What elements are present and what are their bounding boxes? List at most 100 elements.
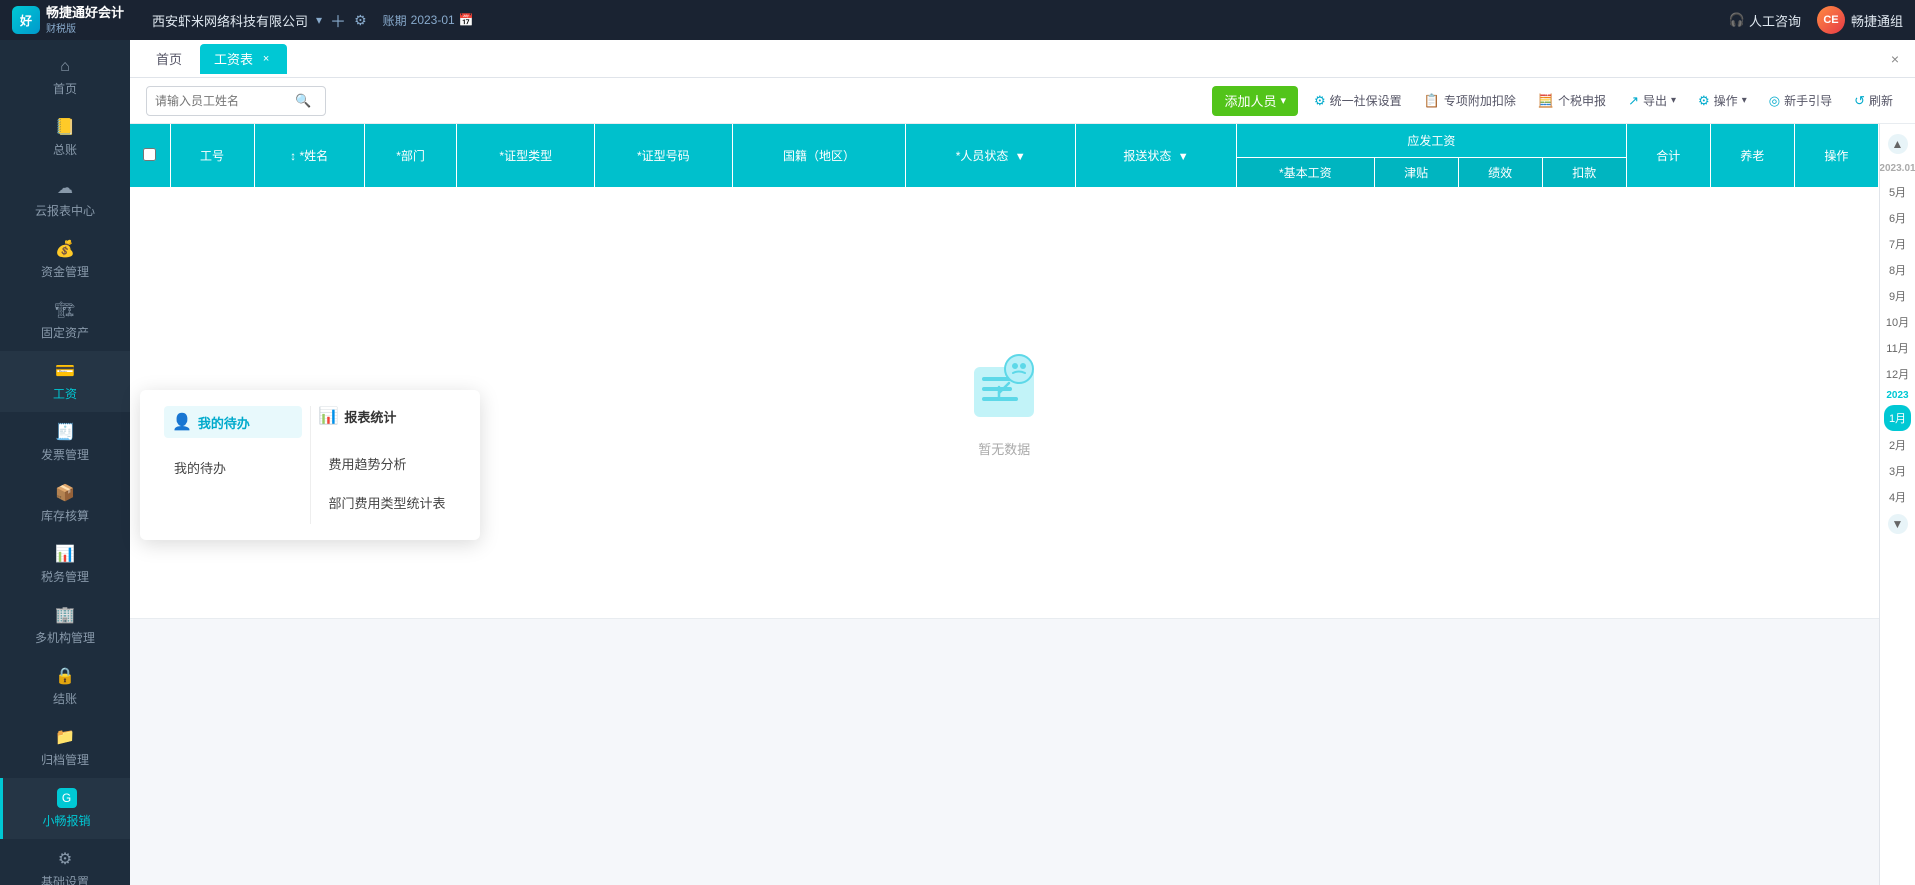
timeline-month-12[interactable]: 12月 xyxy=(1880,361,1915,387)
sidebar-item-archive[interactable]: 📁 归档管理 xyxy=(0,717,130,778)
close-accounts-icon: 🔒 xyxy=(55,666,75,686)
tab-close-all-button[interactable]: × xyxy=(1887,47,1903,71)
sidebar-item-ledger[interactable]: 📒 总账 xyxy=(0,107,130,168)
calendar-icon[interactable]: 📅 xyxy=(459,13,474,27)
popup-menu: 👤 我的待办 我的待办 📊 报表统计 费用趋势分析 部门费用类型统计表 xyxy=(140,390,480,540)
col-checkbox-header xyxy=(130,124,170,187)
pending-heading-icon: 👤 xyxy=(172,412,192,432)
add-person-button[interactable]: 添加人员 ▾ xyxy=(1212,86,1298,116)
col-operate-col-header: 操作 xyxy=(1794,124,1878,187)
col-nationality-header: 国籍（地区） xyxy=(732,124,906,187)
timeline-month-9[interactable]: 9月 xyxy=(1880,283,1915,309)
add-company-button[interactable]: ＋ xyxy=(330,8,346,32)
inventory-icon: 📦 xyxy=(55,483,75,503)
timeline-month-6[interactable]: 6月 xyxy=(1880,205,1915,231)
cloud-icon: ☁ xyxy=(57,178,73,198)
company-dropdown-icon[interactable]: ▾ xyxy=(316,13,322,27)
timeline-month-3[interactable]: 3月 xyxy=(1880,458,1915,484)
basic-settings-icon: ⚙ xyxy=(58,849,72,869)
sidebar-item-multiorg[interactable]: 🏢 多机构管理 xyxy=(0,595,130,656)
user-menu[interactable]: CE 畅捷通组 xyxy=(1817,6,1903,34)
col-deduct-header: 扣款 xyxy=(1542,158,1626,188)
export-dropdown-icon: ▾ xyxy=(1671,95,1676,106)
customer-service-button[interactable]: 🎧 人工咨询 xyxy=(1729,11,1801,30)
period-label: 账期 2023-01 📅 xyxy=(383,12,474,29)
col-bonus-header: 津贴 xyxy=(1374,158,1458,188)
tax-icon: 📊 xyxy=(55,544,75,564)
popup-heading-reports[interactable]: 📊 报表统计 xyxy=(319,406,457,434)
timeline-nav-down[interactable]: ▼ xyxy=(1888,514,1908,534)
tab-salary-table[interactable]: 工资表 × xyxy=(200,44,287,74)
timeline-year-2023: 2023 xyxy=(1880,387,1915,404)
col-idno-header: *证型号码 xyxy=(595,124,733,187)
empty-state-icon xyxy=(964,347,1044,427)
refresh-icon: ↺ xyxy=(1854,93,1865,109)
sidebar-item-home[interactable]: ⌂ 首页 xyxy=(0,48,130,107)
timeline-month-10[interactable]: 10月 xyxy=(1880,309,1915,335)
guide-button[interactable]: ◎ 新手引导 xyxy=(1763,88,1838,113)
sidebar-item-invoice[interactable]: 🧾 发票管理 xyxy=(0,412,130,473)
timeline-month-8[interactable]: 8月 xyxy=(1880,257,1915,283)
social-insurance-button[interactable]: ⚙ 统一社保设置 xyxy=(1308,88,1408,113)
sidebar-item-tax[interactable]: 📊 税务管理 xyxy=(0,534,130,595)
sidebar-item-xiaochang[interactable]: G 小畅报销 xyxy=(0,778,130,839)
refresh-button[interactable]: ↺ 刷新 xyxy=(1848,88,1899,113)
ledger-icon: 📒 xyxy=(55,117,75,137)
timeline-nav-up[interactable]: ▲ xyxy=(1888,134,1908,154)
timeline-month-4[interactable]: 4月 xyxy=(1880,484,1915,510)
popup-item-dept-expense[interactable]: 部门费用类型统计表 xyxy=(319,485,457,520)
col-report-status-header: 报送状态 ▼ xyxy=(1076,124,1237,187)
sidebar-item-close[interactable]: 🔒 结账 xyxy=(0,656,130,717)
timeline-month-2[interactable]: 2月 xyxy=(1880,432,1915,458)
tab-home[interactable]: 首页 xyxy=(142,44,196,74)
tab-bar: 首页 工资表 × × xyxy=(130,40,1915,78)
toolbar-right: 添加人员 ▾ ⚙ 统一社保设置 📋 专项附加扣除 🧮 个税申报 ↗ 导出 xyxy=(1212,86,1899,116)
search-input[interactable] xyxy=(155,94,295,108)
select-all-checkbox[interactable] xyxy=(143,148,156,161)
top-header: 好 畅捷通好会计 财税版 西安虾米网络科技有限公司 ▾ ＋ ⚙ 账期 2023-… xyxy=(0,0,1915,40)
col-salary-group-header: 应发工资 xyxy=(1237,124,1627,158)
sidebar-item-fund[interactable]: 💰 资金管理 xyxy=(0,229,130,290)
special-deduct-button[interactable]: 📋 专项附加扣除 xyxy=(1418,88,1522,113)
timeline-month-1[interactable]: 1月 xyxy=(1884,405,1911,431)
sidebar-item-asset[interactable]: 🏗 固定资产 xyxy=(0,290,130,351)
sidebar-item-inventory[interactable]: 📦 库存核算 xyxy=(0,473,130,534)
timeline-month-5[interactable]: 5月 xyxy=(1880,179,1915,205)
col-total-header: 合计 xyxy=(1626,124,1710,187)
logo-icon: 好 xyxy=(12,6,40,34)
col-dept-header: *部门 xyxy=(364,124,457,187)
invoice-icon: 🧾 xyxy=(55,422,75,442)
col-performance-header: 绩效 xyxy=(1458,158,1542,188)
search-icon[interactable]: 🔍 xyxy=(295,93,311,109)
popup-item-my-pending[interactable]: 我的待办 xyxy=(164,450,302,485)
company-settings-icon[interactable]: ⚙ xyxy=(354,12,367,29)
sidebar-item-cloud[interactable]: ☁ 云报表中心 xyxy=(0,168,130,229)
right-timeline: ▲ 2023.01 5月 6月 7月 8月 9月 10月 11月 12月 202… xyxy=(1879,124,1915,885)
operate-dropdown-icon: ▾ xyxy=(1742,95,1747,106)
timeline-month-11[interactable]: 11月 xyxy=(1880,335,1915,361)
toolbar: 🔍 添加人员 ▾ ⚙ 统一社保设置 📋 专项附加扣除 🧮 个税申报 xyxy=(130,78,1915,124)
search-box: 🔍 xyxy=(146,86,326,116)
popup-item-expense-trend[interactable]: 费用趋势分析 xyxy=(319,446,457,481)
export-button[interactable]: ↗ 导出 ▾ xyxy=(1622,88,1682,113)
header-right: 🎧 人工咨询 CE 畅捷通组 xyxy=(1729,6,1903,34)
sidebar-item-salary[interactable]: 💳 工资 xyxy=(0,351,130,412)
headset-icon: 🎧 xyxy=(1729,12,1745,28)
operate-button[interactable]: ⚙ 操作 ▾ xyxy=(1692,88,1753,113)
timeline-month-7[interactable]: 7月 xyxy=(1880,231,1915,257)
popup-col-reports: 📊 报表统计 费用趋势分析 部门费用类型统计表 xyxy=(310,406,465,524)
export-icon: ↗ xyxy=(1628,93,1639,109)
add-person-dropdown-icon: ▾ xyxy=(1280,94,1286,107)
logo-area: 好 畅捷通好会计 财税版 xyxy=(12,5,142,36)
logo-text: 畅捷通好会计 财税版 xyxy=(46,5,124,36)
col-base-salary-header: *基本工资 xyxy=(1237,158,1375,188)
company-name: 西安虾米网络科技有限公司 xyxy=(152,11,308,30)
special-deduct-icon: 📋 xyxy=(1424,93,1440,109)
home-icon: ⌂ xyxy=(60,58,70,76)
sidebar-item-basic[interactable]: ⚙ 基础设置 xyxy=(0,839,130,885)
multiorg-icon: 🏢 xyxy=(55,605,75,625)
tab-close-button[interactable]: × xyxy=(259,52,273,66)
tax-report-button[interactable]: 🧮 个税申报 xyxy=(1532,88,1612,113)
popup-heading-pending[interactable]: 👤 我的待办 xyxy=(164,406,302,438)
tax-report-icon: 🧮 xyxy=(1538,93,1554,109)
